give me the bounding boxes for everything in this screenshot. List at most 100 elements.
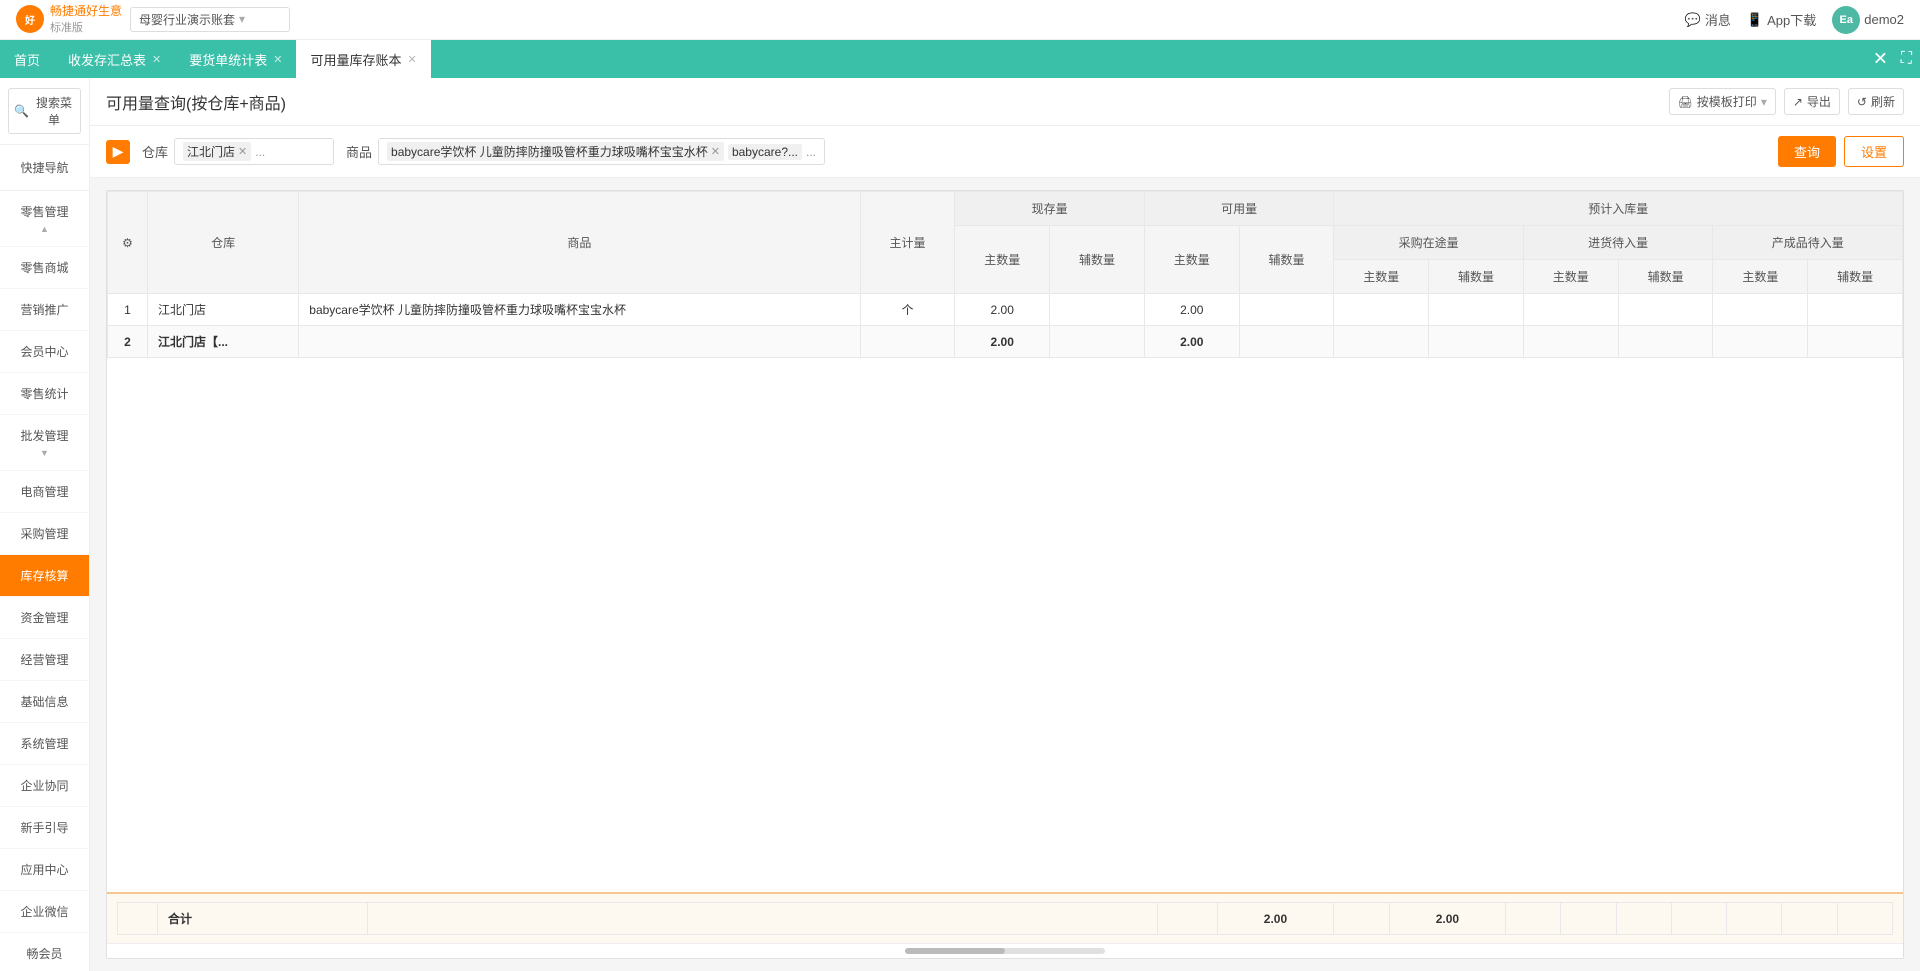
settings-button[interactable]: 设置 (1844, 136, 1904, 167)
filter-product-more[interactable]: ... (806, 145, 816, 159)
filter-expand-btn[interactable]: ▶ (106, 140, 130, 164)
refresh-btn[interactable]: ↺ 刷新 (1848, 88, 1904, 115)
filter-product-label: 商品 (346, 142, 372, 161)
th-purchase-main: 主数量 (1334, 260, 1429, 294)
sidebar-item-wholesale[interactable]: 批发管理 ▼ (0, 415, 89, 471)
sidebar-item-corpwechat-label: 企业微信 (20, 903, 68, 920)
tenant-selector[interactable]: 母婴行业演示账套 ▾ (130, 7, 290, 32)
settings-col-icon: ⚙ (122, 236, 133, 250)
tab-shoufacun[interactable]: 收发存汇总表 ✕ (54, 40, 175, 78)
export-btn[interactable]: ↗ 导出 (1784, 88, 1840, 115)
td-pur-aux-2 (1429, 326, 1524, 358)
sidebar-item-corpwechat[interactable]: 企业微信 (0, 891, 89, 933)
sidebar-item-operations[interactable]: 经营管理 (0, 639, 89, 681)
td-prod-main-2 (1713, 326, 1808, 358)
td-prod-aux-1 (1808, 294, 1903, 326)
tab-yaohuo-close[interactable]: ✕ (273, 53, 282, 66)
footer-empty-settings (118, 903, 158, 935)
filter-product-input[interactable]: babycare学饮杯 儿童防摔防撞吸管杯重力球吸嘴杯宝宝水杯 ✕ babyca… (378, 138, 825, 165)
tab-yaohuo[interactable]: 要货单统计表 ✕ (175, 40, 296, 78)
tab-home-label: 首页 (14, 50, 40, 69)
sidebar-item-system[interactable]: 系统管理 (0, 723, 89, 765)
sidebar-item-enterprise[interactable]: 企业协同 (0, 765, 89, 807)
td-unit-1: 个 (860, 294, 955, 326)
search-menu-label: 搜索菜单 (33, 94, 75, 128)
sidebar-item-appcenter[interactable]: 应用中心 (0, 849, 89, 891)
tab-home[interactable]: 首页 (0, 40, 54, 78)
filter-warehouse-input[interactable]: 江北门店 ✕ ... (174, 138, 334, 165)
sidebar-item-newguide[interactable]: 新手引导 (0, 807, 89, 849)
sidebar: 🔍 搜索菜单 快捷导航 零售管理 ▲ 零售商城 营销推广 会员中心 零售统计 批… (0, 78, 90, 971)
footer-empty-product (368, 903, 1157, 935)
sidebar-item-purchase-label: 采购管理 (20, 525, 68, 542)
sidebar-item-ecommerce[interactable]: 电商管理 (0, 471, 89, 513)
tab-yaohuo-label: 要货单统计表 (189, 50, 267, 69)
th-current-main: 主数量 (955, 226, 1050, 294)
sidebar-item-changhuiyuan-label: 畅会员 (26, 945, 62, 962)
sidebar-item-retail-stats[interactable]: 零售统计 (0, 373, 89, 415)
th-available-main: 主数量 (1144, 226, 1239, 294)
user-area[interactable]: Ea demo2 (1832, 6, 1904, 34)
sidebar-item-marketing[interactable]: 营销推广 (0, 289, 89, 331)
sidebar-item-finance[interactable]: 资金管理 (0, 597, 89, 639)
quick-nav-btn[interactable]: 快捷导航 (8, 153, 81, 182)
sidebar-item-enterprise-label: 企业协同 (20, 777, 68, 794)
table-row: 2 江北门店【... 2.00 2.00 (108, 326, 1903, 358)
footer-table: 合计 2.00 2.00 (117, 902, 1893, 935)
tab-keyongliang[interactable]: 可用量库存账本 ✕ (296, 40, 430, 78)
print-dropdown-icon: ▾ (1761, 95, 1767, 109)
th-group-expected: 预计入库量 (1334, 192, 1903, 226)
tab-shoufacun-label: 收发存汇总表 (68, 50, 146, 69)
filter-product-remove1[interactable]: ✕ (711, 145, 720, 158)
th-group-inbound: 进货待入量 (1523, 226, 1713, 260)
export-icon: ↗ (1793, 95, 1803, 109)
sidebar-item-appcenter-label: 应用中心 (20, 861, 68, 878)
logo-sub: 标准版 (50, 19, 122, 35)
footer-inb-main (1671, 903, 1726, 935)
td-product-1: babycare学饮杯 儿童防摔防撞吸管杯重力球吸嘴杯宝宝水杯 (299, 294, 860, 326)
app-icon: 📱 (1747, 12, 1763, 28)
sidebar-item-zero-retail[interactable]: 零售管理 ▲ (0, 191, 89, 247)
sidebar-item-system-label: 系统管理 (20, 735, 68, 752)
td-cur-main-1: 2.00 (955, 294, 1050, 326)
td-avail-main-1: 2.00 (1144, 294, 1239, 326)
table-wrapper: ⚙ 仓库 商品 主计量 现存量 (106, 190, 1904, 959)
filter-warehouse-more[interactable]: ... (255, 145, 265, 159)
app-download-btn[interactable]: 📱 App下载 (1747, 10, 1816, 29)
logo-text-block: 畅捷通好生意 标准版 (50, 4, 122, 34)
tab-shoufacun-close[interactable]: ✕ (152, 53, 161, 66)
th-warehouse: 仓库 (148, 192, 299, 294)
td-inb-aux-1 (1618, 294, 1713, 326)
sidebar-item-inventory[interactable]: 库存核算 (0, 555, 89, 597)
main-layout: 🔍 搜索菜单 快捷导航 零售管理 ▲ 零售商城 营销推广 会员中心 零售统计 批… (0, 78, 1920, 971)
th-group-production: 产成品待入量 (1713, 226, 1903, 260)
nav-close-all-btn[interactable]: ✕ (1873, 49, 1888, 70)
message-btn[interactable]: 💬 消息 (1685, 10, 1731, 29)
sidebar-item-members[interactable]: 会员中心 (0, 331, 89, 373)
sidebar-item-operations-label: 经营管理 (20, 651, 68, 668)
td-prod-aux-2 (1808, 326, 1903, 358)
search-menu-btn[interactable]: 🔍 搜索菜单 (8, 88, 81, 134)
sidebar-item-purchase[interactable]: 采购管理 (0, 513, 89, 555)
scroll-track[interactable] (905, 948, 1105, 954)
print-icon: 🖨 (1678, 95, 1693, 109)
filter-warehouse-remove[interactable]: ✕ (238, 145, 247, 158)
filter-product-tag1: babycare学饮杯 儿童防摔防撞吸管杯重力球吸嘴杯宝宝水杯 ✕ (387, 142, 724, 161)
print-btn[interactable]: 🖨 按模板打印 ▾ (1669, 88, 1776, 115)
nav-expand-btn[interactable]: ⛶ (1901, 50, 1912, 68)
query-button[interactable]: 查询 (1778, 136, 1836, 167)
sidebar-item-basic[interactable]: 基础信息 (0, 681, 89, 723)
sidebar-item-ecommerce-label: 电商管理 (20, 483, 68, 500)
th-current-aux: 辅数量 (1050, 226, 1145, 294)
sidebar-item-wholesale-arrow: ▼ (40, 448, 49, 458)
table-empty-space (107, 358, 1903, 892)
sidebar-item-basic-label: 基础信息 (20, 693, 68, 710)
sidebar-item-changhuiyuan[interactable]: 畅会员 (0, 933, 89, 971)
tab-keyongliang-close[interactable]: ✕ (408, 53, 417, 66)
td-avail-aux-1 (1239, 294, 1334, 326)
footer-row: 合计 2.00 2.00 (118, 903, 1893, 935)
export-label: 导出 (1807, 93, 1831, 110)
logo-text: 畅捷通好生意 (50, 4, 122, 18)
th-settings[interactable]: ⚙ (108, 192, 148, 294)
sidebar-item-retail-mall[interactable]: 零售商城 (0, 247, 89, 289)
